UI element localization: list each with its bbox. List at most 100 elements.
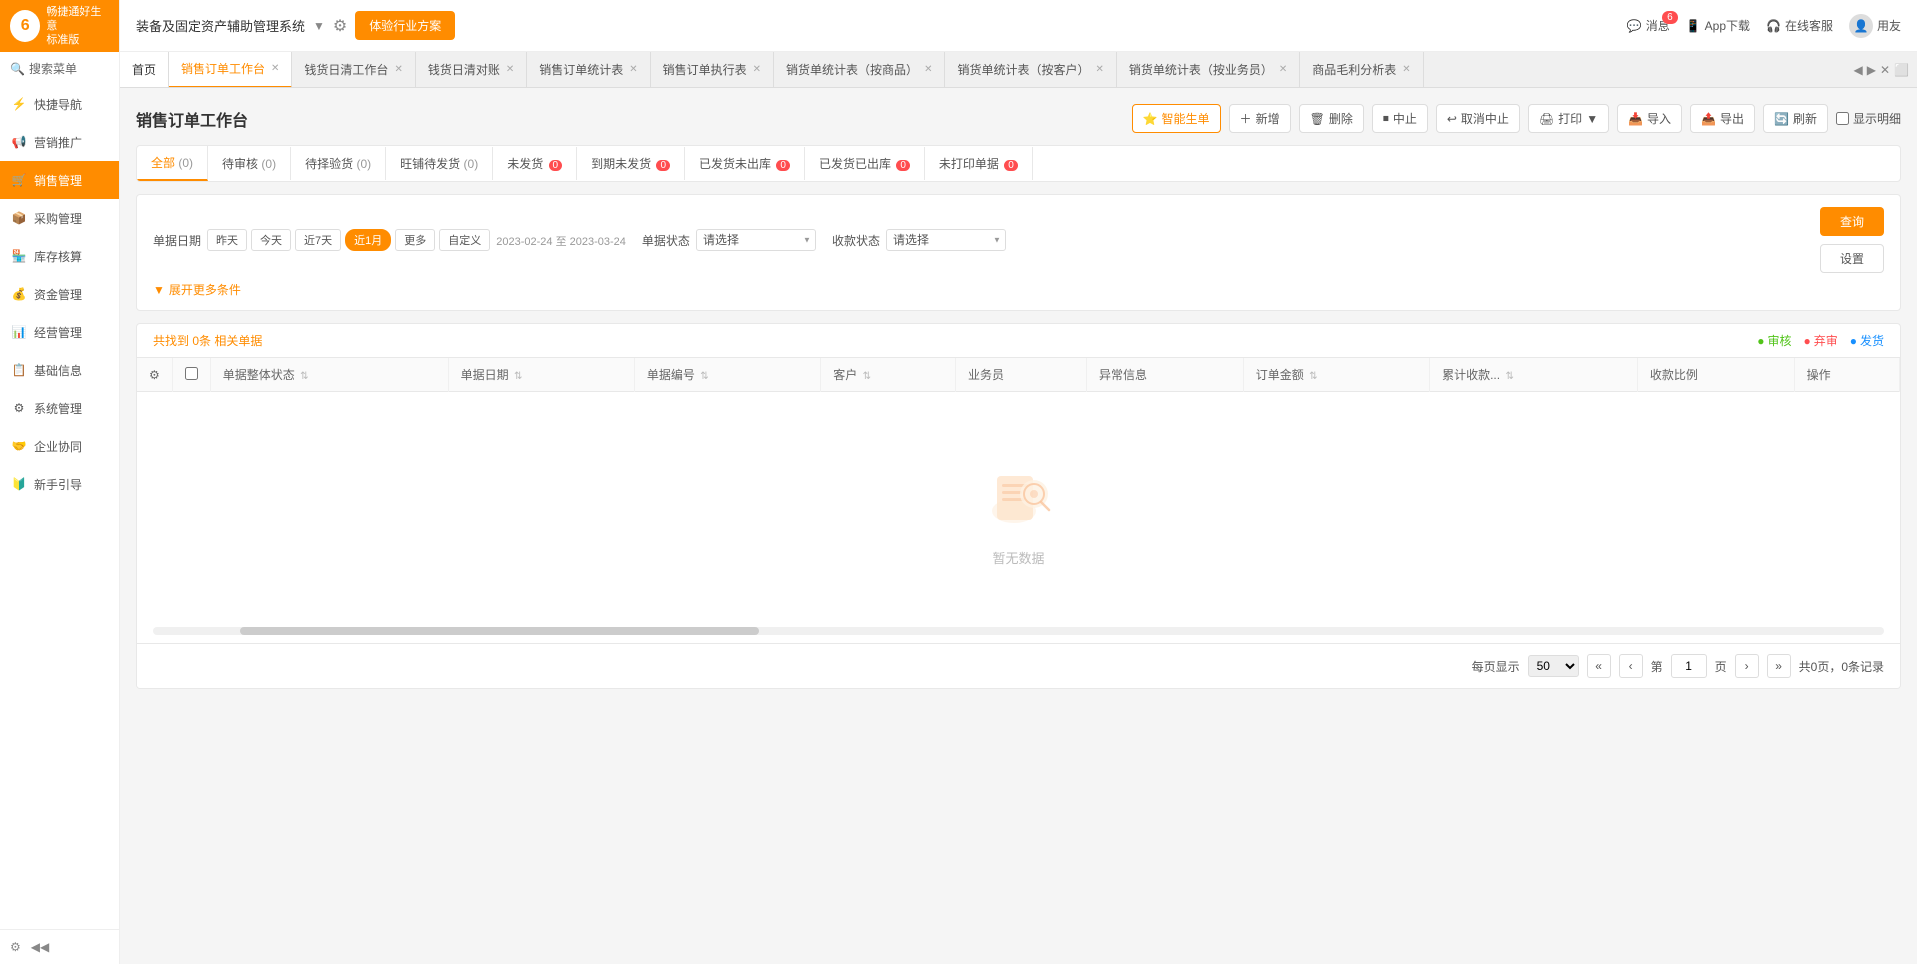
- tab-sales-order-exec-close[interactable]: ✕: [753, 64, 761, 75]
- col-exception[interactable]: 异常信息: [1086, 358, 1243, 392]
- export-button[interactable]: 📤 导出: [1690, 104, 1755, 133]
- sub-tab-shipped-out[interactable]: 已发货已出库 0: [805, 147, 925, 180]
- tab-product-margin[interactable]: 商品毛利分析表 ✕: [1300, 52, 1423, 88]
- date-btn-custom[interactable]: 自定义: [439, 229, 490, 251]
- col-amount[interactable]: 订单金额 ⇅: [1243, 358, 1429, 392]
- tab-close-all[interactable]: ✕: [1880, 63, 1890, 77]
- tab-sales-stats-customer-close[interactable]: ✕: [1095, 64, 1103, 75]
- tab-sales-stats-product-close[interactable]: ✕: [924, 64, 932, 75]
- sub-tab-pending-review[interactable]: 待审核 (0): [208, 147, 291, 180]
- stop-button[interactable]: ⏹ 中止: [1372, 104, 1428, 133]
- tab-sales-stats-staff-close[interactable]: ✕: [1279, 64, 1287, 75]
- tab-sales-order-stats-close[interactable]: ✕: [629, 64, 637, 75]
- tab-prev-arrow[interactable]: ◀: [1854, 63, 1863, 77]
- sidebar-item-guide[interactable]: 🔰 新手引导: [0, 465, 119, 503]
- delete-button[interactable]: 🗑 删除: [1299, 104, 1364, 133]
- scrollbar-thumb[interactable]: [240, 627, 759, 635]
- sidebar-item-purchase[interactable]: 📦 采购管理: [0, 199, 119, 237]
- filter-row: 单据日期 昨天 今天 近7天 近1月 更多 自定义 2023-02-24 至 2…: [153, 207, 1884, 273]
- tab-cash-daily-close[interactable]: ✕: [394, 64, 402, 75]
- reject-action[interactable]: ● 弃审: [1803, 332, 1837, 349]
- search-menu-button[interactable]: 🔍 搜索菜单: [0, 52, 119, 85]
- tab-expand-icon[interactable]: ⬜: [1894, 63, 1909, 77]
- tab-sales-order-stats[interactable]: 销售订单统计表 ✕: [527, 52, 650, 88]
- date-btn-1month[interactable]: 近1月: [345, 229, 391, 251]
- sidebar-item-sales[interactable]: 🛒 销售管理: [0, 161, 119, 199]
- col-staff[interactable]: 业务员: [955, 358, 1086, 392]
- sidebar-item-enterprise[interactable]: 🤝 企业协同: [0, 427, 119, 465]
- next-page-button[interactable]: ›: [1735, 654, 1759, 678]
- page-number-input[interactable]: [1671, 654, 1707, 678]
- display-detail-checkbox-label[interactable]: 显示明细: [1836, 110, 1901, 127]
- expand-filter-button[interactable]: ▼ 展开更多条件: [153, 281, 1884, 298]
- sidebar-item-inventory[interactable]: 🏪 库存核算: [0, 237, 119, 275]
- app-download-button[interactable]: 📱 App下载: [1686, 17, 1750, 34]
- settings-footer-icon[interactable]: ⚙: [10, 940, 21, 954]
- tab-sales-order-workspace[interactable]: 销售订单工作台 ✕: [169, 52, 292, 88]
- col-date[interactable]: 单据日期 ⇅: [448, 358, 634, 392]
- sidebar-item-quick-nav[interactable]: ⚡ 快捷导航: [0, 85, 119, 123]
- add-button[interactable]: ＋ 新增: [1229, 104, 1291, 133]
- tab-sales-order-workspace-close[interactable]: ✕: [271, 63, 279, 74]
- print-button[interactable]: 🖨 打印 ▼: [1528, 104, 1609, 133]
- sidebar-item-basic[interactable]: 📋 基础信息: [0, 351, 119, 389]
- approve-action[interactable]: ● 审核: [1757, 332, 1791, 349]
- date-btn-today[interactable]: 今天: [251, 229, 291, 251]
- sub-tab-wangpu[interactable]: 旺铺待发货 (0): [386, 147, 493, 180]
- trial-industry-button[interactable]: 体验行业方案: [355, 11, 455, 40]
- cancel-stop-button[interactable]: ↩ 取消中止: [1436, 104, 1520, 133]
- tab-cash-reconcile-close[interactable]: ✕: [506, 64, 514, 75]
- sidebar-item-finance[interactable]: 💰 资金管理: [0, 275, 119, 313]
- sub-tab-all[interactable]: 全部 (0): [137, 146, 208, 181]
- table-scroll-area[interactable]: ⚙ 单据整体状态 ⇅ 单据日期 ⇅: [137, 358, 1900, 396]
- first-page-button[interactable]: «: [1587, 654, 1611, 678]
- tab-sales-stats-customer[interactable]: 销货单统计表（按客户） ✕: [945, 52, 1116, 88]
- ship-action[interactable]: ● 发货: [1850, 332, 1884, 349]
- sidebar-item-system[interactable]: ⚙ 系统管理: [0, 389, 119, 427]
- import-button[interactable]: 📥 导入: [1617, 104, 1682, 133]
- date-btn-7days[interactable]: 近7天: [295, 229, 341, 251]
- sidebar-item-operation[interactable]: 📊 经营管理: [0, 313, 119, 351]
- system-title-dropdown[interactable]: ▼: [313, 19, 325, 33]
- sub-tab-pending-inspect[interactable]: 待择验货 (0): [291, 147, 386, 180]
- topbar-settings-icon[interactable]: ⚙: [333, 16, 347, 36]
- col-checkbox[interactable]: [172, 358, 210, 392]
- col-ratio[interactable]: 收款比例: [1637, 358, 1794, 392]
- col-status[interactable]: 单据整体状态 ⇅: [210, 358, 448, 392]
- sub-tab-not-printed[interactable]: 未打印单据 0: [925, 147, 1033, 180]
- user-menu-button[interactable]: 👤 用友: [1849, 14, 1901, 38]
- sidebar-item-marketing[interactable]: 📢 营销推广: [0, 123, 119, 161]
- set-filter-button[interactable]: 设置: [1820, 244, 1884, 273]
- sub-tab-overdue-not-shipped[interactable]: 到期未发货 0: [577, 147, 685, 180]
- page-size-select[interactable]: 102050100: [1528, 655, 1579, 677]
- collapse-sidebar-icon[interactable]: ◀◀: [31, 940, 49, 954]
- tab-product-margin-close[interactable]: ✕: [1402, 64, 1410, 75]
- tab-sales-stats-product[interactable]: 销货单统计表（按商品） ✕: [774, 52, 945, 88]
- tab-cash-reconcile[interactable]: 钱货日清对账 ✕: [416, 52, 527, 88]
- tab-sales-order-exec[interactable]: 销售订单执行表 ✕: [651, 52, 774, 88]
- col-settings[interactable]: ⚙: [137, 358, 172, 392]
- display-detail-checkbox[interactable]: [1836, 112, 1849, 125]
- tab-sales-stats-staff[interactable]: 销货单统计表（按业务员） ✕: [1117, 52, 1300, 88]
- tab-cash-daily[interactable]: 钱货日清工作台 ✕: [292, 52, 415, 88]
- tab-next-arrow[interactable]: ▶: [1867, 63, 1876, 77]
- message-button[interactable]: 💬 消息 6: [1627, 17, 1670, 34]
- status-select[interactable]: 请选择: [696, 229, 816, 251]
- online-service-button[interactable]: 🎧 在线客服: [1766, 17, 1833, 34]
- prev-page-button[interactable]: ‹: [1619, 654, 1643, 678]
- tab-home[interactable]: 首页: [120, 52, 169, 88]
- query-button[interactable]: 查询: [1820, 207, 1884, 236]
- smart-create-button[interactable]: ⭐ 智能生单: [1132, 104, 1221, 133]
- horizontal-scrollbar[interactable]: [153, 627, 1884, 635]
- payment-select[interactable]: 请选择: [886, 229, 1006, 251]
- select-all-checkbox[interactable]: [185, 367, 198, 380]
- sub-tab-shipped-not-out[interactable]: 已发货未出库 0: [685, 147, 805, 180]
- sub-tab-not-shipped[interactable]: 未发货 0: [493, 147, 577, 180]
- col-number[interactable]: 单据编号 ⇅: [634, 358, 820, 392]
- date-btn-more[interactable]: 更多: [395, 229, 435, 251]
- date-btn-yesterday[interactable]: 昨天: [207, 229, 247, 251]
- col-customer[interactable]: 客户 ⇅: [821, 358, 956, 392]
- col-collected[interactable]: 累计收款... ⇅: [1430, 358, 1638, 392]
- refresh-button[interactable]: 🔄 刷新: [1763, 104, 1828, 133]
- last-page-button[interactable]: »: [1767, 654, 1791, 678]
